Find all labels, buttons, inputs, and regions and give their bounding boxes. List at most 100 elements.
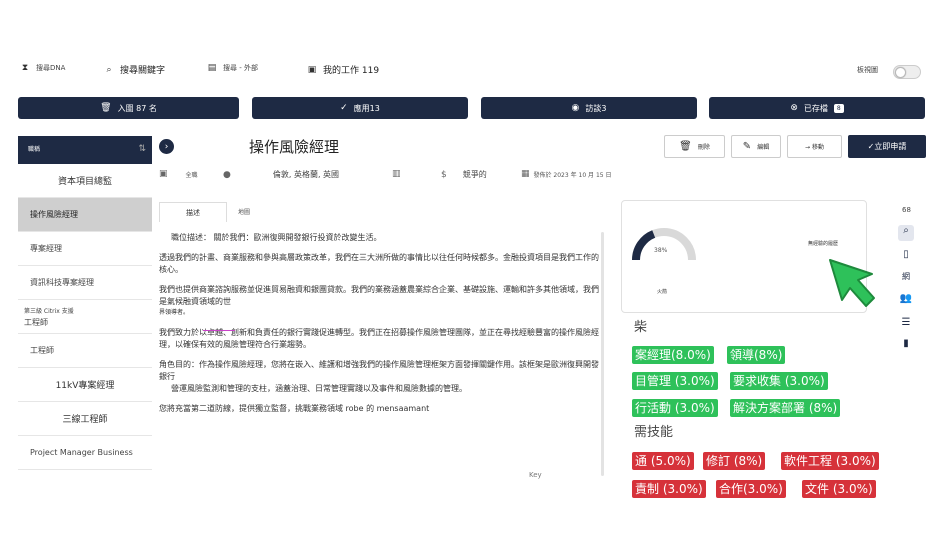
description-scrollbar[interactable] [601,232,604,476]
skill-tag: 案經理(8.0%) [632,346,714,364]
search-external-nav[interactable]: ▤ 搜尋 - 外部 [207,63,258,73]
skill-tag: 解決方案部署 (8%) [730,399,841,417]
search-dna-nav[interactable]: ⧗ 搜尋DNA [20,63,66,73]
search-keyword-nav[interactable]: ⌕ 搜尋關鍵字 [104,63,165,77]
hourglass-icon: ⧗ [21,63,29,73]
search-external-label: 搜尋 - 外部 [223,64,258,72]
sidebar-item-label: 資本項目總監 [57,177,112,187]
cursor-arrow-icon [829,259,875,307]
job-type: ▣ 全職 [159,169,198,179]
sidebar-item-label: 操作風險經理 [30,210,78,219]
users-icon[interactable]: 👥 [898,293,914,304]
desc-paragraph: 透過我們的計畫、商業服務和參與高層政策改革，我們在三大洲所做的事情比以往任何時候… [159,253,599,274]
tab-map-label: 地圖 [238,209,251,216]
sidebar-item-label: 專案經理 [30,244,62,253]
sidebar-item-pm-business[interactable]: Project Manager Business [18,436,152,470]
edit-button[interactable]: ✎ 編輯 [731,135,781,158]
job-company: ▥ [392,169,401,179]
required-skill-tag: 責制 (3.0%) [632,480,706,498]
required-skill-tag: 文件 (3.0%) [802,480,876,498]
job-salary-label: 競爭的 [462,170,487,179]
list-icon[interactable]: ☰ [898,317,914,328]
map-pin-icon: ● [223,169,231,180]
pencil-icon: ✎ [742,141,752,152]
job-location-label: 倫敦, 英格蘭, 英國 [272,170,340,179]
delete-label: 刪除 [697,144,710,151]
gauge-caption: 火箭 [657,289,668,295]
applied-label: 應用13 [353,103,380,113]
check-circle-icon: ✓ [340,103,348,113]
key-label: Key [529,471,542,479]
job-salary: $ 競爭的 [441,169,487,180]
eye-slash-icon: ◉ [571,103,580,113]
file-icon[interactable]: ▮ [898,338,914,349]
skill-tag: 目管理 (3.0%) [632,372,718,390]
panel-note: 無經驗的履歷 [808,241,839,247]
move-label: → 移動 [805,144,824,151]
briefcase-icon: ▣ [159,169,168,179]
skill-tag: 行活動 (3.0%) [632,399,718,417]
view-toggle[interactable] [893,65,921,79]
tab-description-label: 描述 [186,208,200,217]
nice-skills-heading: 柴 [634,320,648,335]
dollar-icon: $ [441,169,447,180]
sidebar-item-op-risk-manager[interactable]: 操作風險經理 [18,198,152,232]
document-icon[interactable]: ▯ [898,249,914,260]
sidebar-header-label: 職稱 [28,146,41,153]
document-search-icon[interactable]: ⌕ [898,225,914,241]
match-gauge [632,228,696,261]
required-skill-tag: 通 (5.0%) [632,452,694,470]
tab-description[interactable]: 描述 [159,202,227,222]
desc-intro: 職位描述： 關於我們：歐洲復興開發銀行投資於改變生活。 [171,233,382,242]
rail-count: 68 [902,206,911,214]
sidebar-item-engineer[interactable]: 工程師 [18,334,152,368]
archived-pill[interactable]: ⊗ 已存檔 8 [709,97,925,119]
gauge-label: 38% [654,247,668,254]
text-cursor-highlight [203,330,235,331]
sidebar-item-it-project-manager[interactable]: 資訊科技專案經理 [18,266,152,300]
shortlisted-label: 入圍 87 名 [117,103,157,113]
edit-label: 編輯 [757,144,770,151]
sort-icon[interactable]: ⇅ [138,144,146,154]
sidebar-item-label: Project Manager Business [30,448,133,457]
gauge-fill [632,230,656,261]
sidebar-item-label: 資訊科技專案經理 [30,278,94,287]
sidebar-item-capital-director[interactable]: 資本項目總監 [18,164,152,198]
page-title: 操作風險經理 [249,138,340,156]
trash-icon: 🗑 [679,141,692,152]
apply-label: ✓立即申請 [867,142,907,151]
sidebar-header: 職稱 ⇅ [18,136,152,164]
sidebar-item-label: 11kV專案經理 [55,381,115,391]
sidebar-item-11kv-pm[interactable]: 11kV專案經理 [18,368,152,402]
required-skill-tag: 修訂 (8%) [703,452,766,470]
tab-map[interactable]: 地圖 [238,207,250,216]
move-button[interactable]: → 移動 [787,135,842,158]
view-label: 板視圖 [857,65,878,75]
delete-button[interactable]: 🗑 刪除 [664,135,725,158]
shortlisted-pill[interactable]: 🗑 入圍 87 名 [18,97,239,119]
sidebar-item-third-line-engineer[interactable]: 三線工程師 [18,402,152,436]
sidebar-item-label: 三線工程師 [62,415,108,425]
archived-label: 已存檔 [803,103,828,113]
rail-label: 網 [902,272,910,281]
chevron-right-icon: › [164,141,169,152]
applied-pill[interactable]: ✓ 應用13 [252,97,468,119]
sidebar-item-label: 工程師 [24,317,48,327]
desc-paragraph-small: 界領導者。 [159,309,190,316]
back-button[interactable]: › [159,139,174,154]
sidebar-item-citrix-engineer[interactable]: 第三級 Citrix 支援 工程師 [18,300,152,334]
archived-count-badge: 8 [833,103,844,113]
job-location: ● 倫敦, 英格蘭, 英國 [223,169,339,180]
interviews-pill[interactable]: ◉ 訪談3 [481,97,697,119]
sidebar-item-label: 工程師 [30,346,54,355]
job-posted-label: 發佈於 2023 年 10 月 15 日 [533,171,612,179]
toggle-knob [895,67,906,78]
skill-tag: 領導(8%) [727,346,786,364]
sidebar-item-project-manager[interactable]: 專案經理 [18,232,152,266]
x-circle-icon: ⊗ [790,103,798,113]
trash-icon: 🗑 [100,103,112,113]
database-icon: ▤ [207,63,217,73]
apply-button[interactable]: ✓立即申請 [848,135,926,158]
building-icon: ▥ [392,169,401,179]
my-jobs-nav[interactable]: ▣ 我的工作 119 [307,63,379,77]
